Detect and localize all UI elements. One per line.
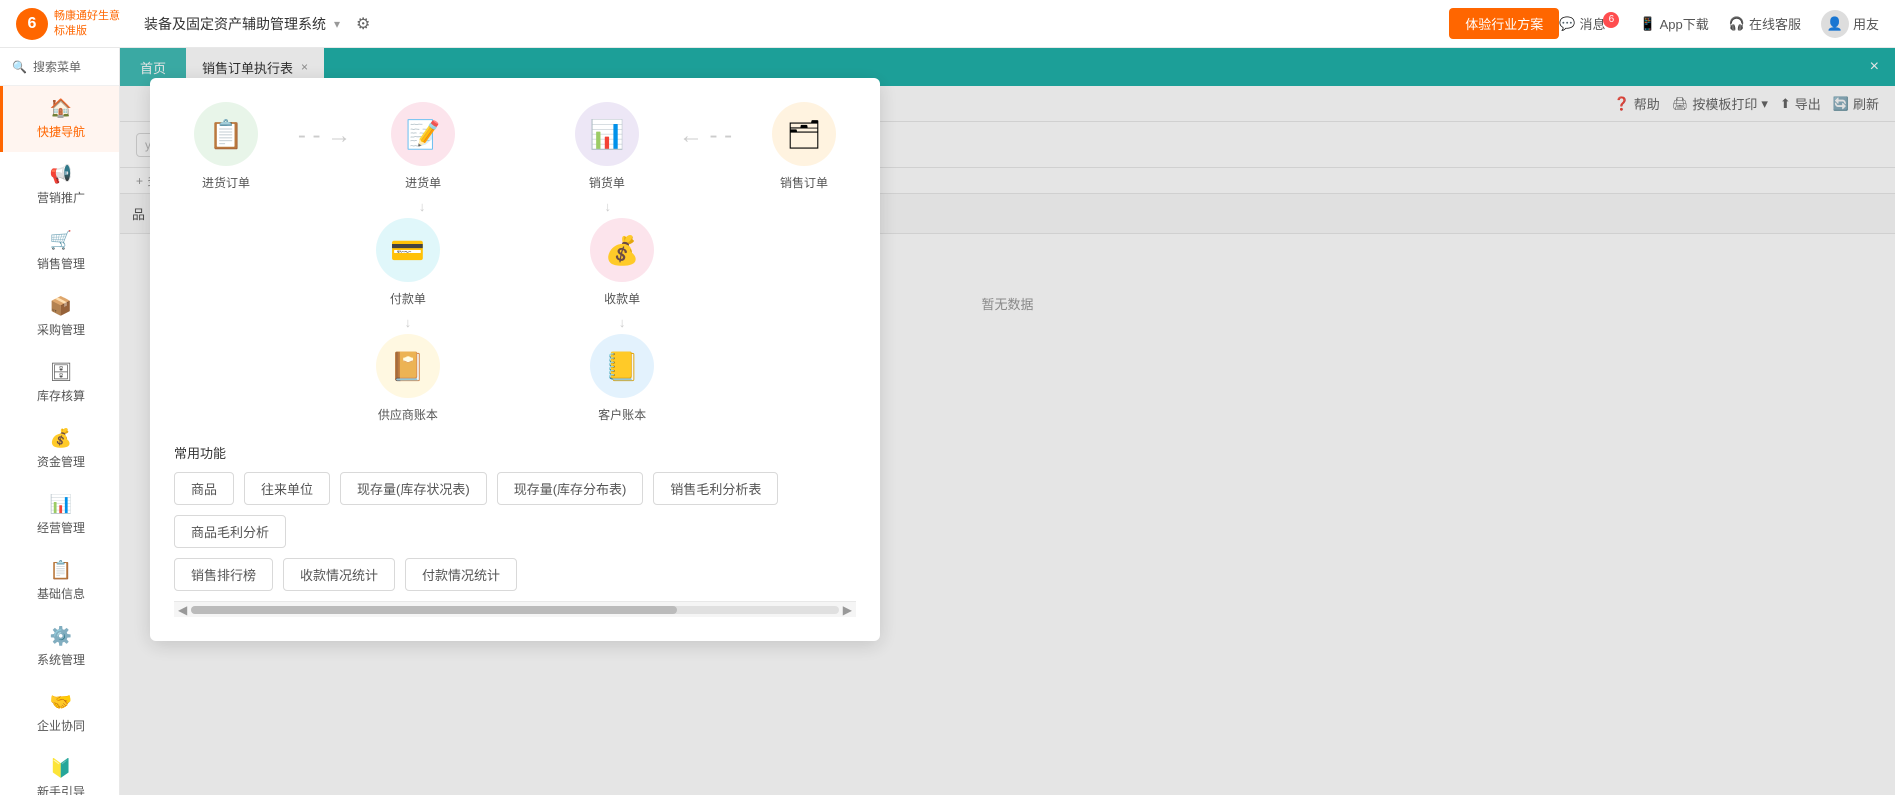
func-btn-sales-profit[interactable]: 销售毛利分析表 <box>653 472 778 505</box>
func-btn-product[interactable]: 商品 <box>174 472 234 505</box>
arrows-row-1: ↓ ↓ <box>174 199 856 214</box>
marketing-icon: 📢 <box>50 164 72 185</box>
sidebar-item-marketing[interactable]: 📢 营销推广 <box>0 152 119 218</box>
down-arrow-payment: ↓ <box>376 315 440 330</box>
system-icon: ⚙️ <box>50 626 72 647</box>
down-arrow-purchase: ↓ <box>390 199 454 214</box>
scroll-track[interactable] <box>191 606 839 614</box>
flow-node-sales-order[interactable]: 🗂 销售订单 <box>772 102 836 191</box>
arrow-sales-left: ← - - <box>679 122 732 172</box>
service-icon: 🎧 <box>1729 16 1745 32</box>
logo-icon: 6 <box>16 8 48 40</box>
func-row-2: 销售排行榜 收款情况统计 付款情况统计 <box>174 558 856 591</box>
purchase-bill-label: 进货单 <box>405 174 441 191</box>
purchase-order-circle: 📋 <box>194 102 258 166</box>
basic-icon: 📋 <box>50 560 72 581</box>
sales-order-circle: 🗂 <box>772 102 836 166</box>
system-dropdown-icon[interactable]: ▾ <box>334 17 340 31</box>
sidebar-item-operation[interactable]: 📊 经营管理 <box>0 482 119 548</box>
scroll-thumb <box>191 606 677 614</box>
newbie-icon: 🔰 <box>50 758 72 779</box>
sidebar-item-basic[interactable]: 📋 基础信息 <box>0 548 119 614</box>
func-btn-partner[interactable]: 往来单位 <box>244 472 330 505</box>
customer-label: 客户账本 <box>598 406 646 423</box>
scroll-left-btn[interactable]: ◀ <box>178 603 187 617</box>
arrow-purchase-right: - - → <box>298 122 351 172</box>
system-title-area: 装备及固定资产辅助管理系统 ▾ ⚙ <box>144 14 1433 34</box>
flow-overlay: 📋 进货订单 - - → 📝 进货单 📊 销货单 <box>120 48 1895 795</box>
purchase-bill-circle: 📝 <box>391 102 455 166</box>
supplier-circle: 📔 <box>376 334 440 398</box>
sidebar-item-inventory[interactable]: 🗄 库存核算 <box>0 350 119 416</box>
flow-node-sales-bill[interactable]: 📊 销货单 <box>575 102 639 191</box>
flow-node-payment[interactable]: 💳 付款单 <box>376 218 440 307</box>
sidebar-item-quick-nav[interactable]: 🏠 快捷导航 <box>0 86 119 152</box>
enterprise-icon: 🤝 <box>50 692 72 713</box>
home-icon: 🏠 <box>50 98 72 119</box>
inventory-icon: 🗄 <box>50 362 73 383</box>
header-right: 💬 消息 6 📱 App下载 🎧 在线客服 👤 用友 <box>1559 10 1879 38</box>
purchase-order-label: 进货订单 <box>202 174 250 191</box>
sidebar-item-sales[interactable]: 🛒 销售管理 <box>0 218 119 284</box>
common-functions: 常用功能 商品 往来单位 现存量(库存状况表) 现存量(库存分布表) 销售毛利分… <box>174 443 856 591</box>
flow-node-receipt[interactable]: 💰 收款单 <box>590 218 654 307</box>
flow-node-customer[interactable]: 📒 客户账本 <box>590 334 654 423</box>
sales-order-label: 销售订单 <box>780 174 828 191</box>
supplier-label: 供应商账本 <box>378 406 438 423</box>
sidebar: 🔍 搜索菜单 🏠 快捷导航 📢 营销推广 🛒 销售管理 📦 采购管理 🗄 库存核… <box>0 48 120 795</box>
sidebar-item-finance[interactable]: 💰 资金管理 <box>0 416 119 482</box>
download-icon: 📱 <box>1639 16 1655 32</box>
func-btn-stock-dist[interactable]: 现存量(库存分布表) <box>497 472 644 505</box>
logo-text: 畅康通好生意 标准版 <box>54 9 120 38</box>
down-arrow-receipt: ↓ <box>590 315 654 330</box>
customer-service-action[interactable]: 🎧 在线客服 <box>1729 14 1801 33</box>
operation-icon: 📊 <box>50 494 72 515</box>
flow-node-purchase-order[interactable]: 📋 进货订单 <box>194 102 258 191</box>
func-row-1: 商品 往来单位 现存量(库存状况表) 现存量(库存分布表) 销售毛利分析表 商品… <box>174 472 856 548</box>
sidebar-item-newbie[interactable]: 🔰 新手引导 <box>0 746 119 795</box>
flow-modal: 📋 进货订单 - - → 📝 进货单 📊 销货单 <box>150 78 880 641</box>
common-title: 常用功能 <box>174 443 856 462</box>
payment-circle: 💳 <box>376 218 440 282</box>
func-btn-product-profit[interactable]: 商品毛利分析 <box>174 515 286 548</box>
sidebar-item-enterprise[interactable]: 🤝 企业协同 <box>0 680 119 746</box>
scroll-bar-area: ◀ ▶ <box>174 601 856 617</box>
sidebar-item-system[interactable]: ⚙️ 系统管理 <box>0 614 119 680</box>
func-btn-stock-status[interactable]: 现存量(库存状况表) <box>340 472 487 505</box>
search-icon: 🔍 <box>12 60 27 74</box>
flow-node-supplier[interactable]: 📔 供应商账本 <box>376 334 440 423</box>
func-btn-receipt-stat[interactable]: 收款情况统计 <box>283 558 395 591</box>
sales-icon: 🛒 <box>50 230 72 251</box>
avatar: 👤 <box>1821 10 1849 38</box>
sales-bill-label: 销货单 <box>589 174 625 191</box>
purchase-icon: 📦 <box>50 296 72 317</box>
customer-circle: 📒 <box>590 334 654 398</box>
search-menu[interactable]: 🔍 搜索菜单 <box>0 48 119 86</box>
down-arrow-sales: ↓ <box>576 199 640 214</box>
sidebar-item-purchase[interactable]: 📦 采购管理 <box>0 284 119 350</box>
finance-icon: 💰 <box>50 428 72 449</box>
user-action[interactable]: 👤 用友 <box>1821 10 1879 38</box>
message-icon: 💬 <box>1559 16 1575 32</box>
app-download-action[interactable]: 📱 App下载 <box>1639 14 1708 33</box>
message-action[interactable]: 💬 消息 6 <box>1559 14 1619 33</box>
payment-label: 付款单 <box>390 290 426 307</box>
receipt-label: 收款单 <box>604 290 640 307</box>
func-btn-sales-rank[interactable]: 销售排行榜 <box>174 558 273 591</box>
receipt-circle: 💰 <box>590 218 654 282</box>
logo-area: 6 畅康通好生意 标准版 <box>16 8 136 40</box>
top-header: 6 畅康通好生意 标准版 装备及固定资产辅助管理系统 ▾ ⚙ 体验行业方案 💬 … <box>0 0 1895 48</box>
func-btn-payment-stat[interactable]: 付款情况统计 <box>405 558 517 591</box>
message-badge: 6 <box>1603 12 1619 28</box>
trial-button[interactable]: 体验行业方案 <box>1449 8 1559 39</box>
sales-bill-circle: 📊 <box>575 102 639 166</box>
settings-icon[interactable]: ⚙ <box>356 14 370 34</box>
system-title: 装备及固定资产辅助管理系统 <box>144 14 326 34</box>
flow-node-purchase-bill[interactable]: 📝 进货单 <box>391 102 455 191</box>
arrows-row-2: ↓ ↓ <box>174 315 856 330</box>
scroll-right-btn[interactable]: ▶ <box>843 603 852 617</box>
